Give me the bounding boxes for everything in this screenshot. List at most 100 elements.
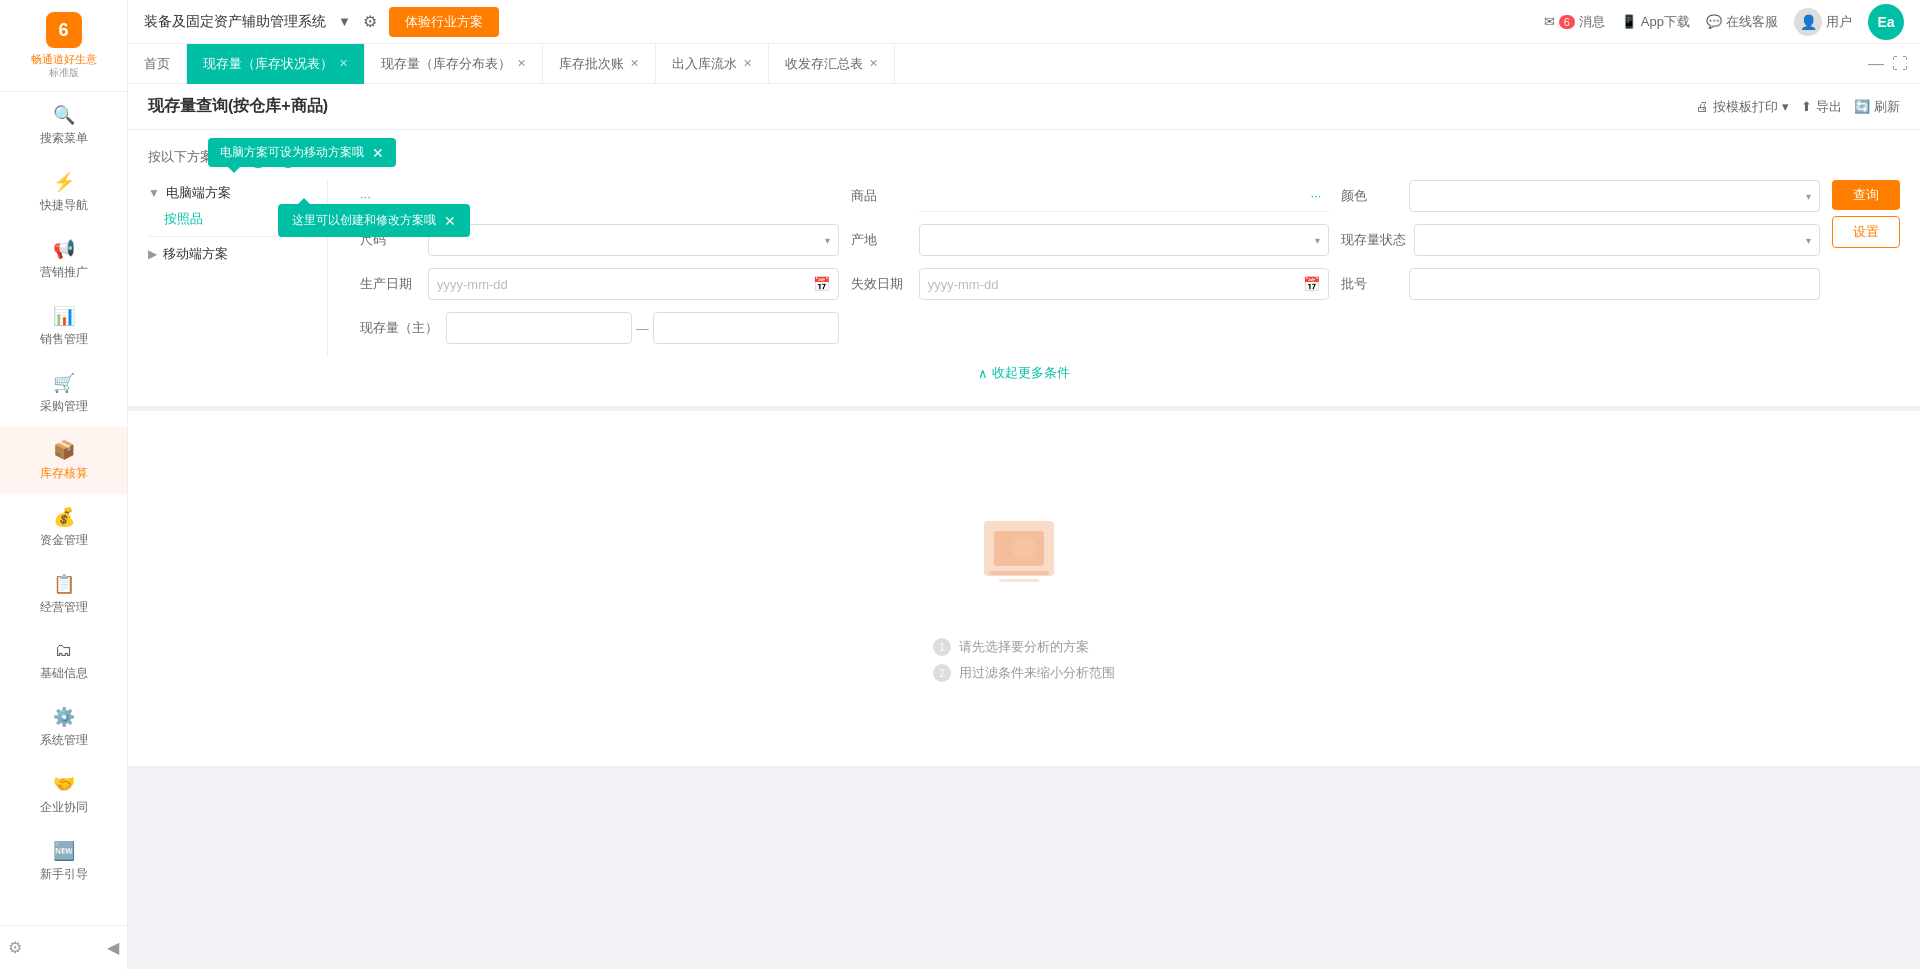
scheme-tooltip: 电脑方案可设为移动方案哦 ✕	[208, 138, 396, 167]
tab-collect-summary-close[interactable]: ✕	[869, 57, 878, 70]
filter-field-color: 颜色 ▾	[1341, 180, 1820, 212]
filter-body: ▼ 电脑端方案 按照品 这里可以创建和修改方案哦 ✕	[148, 180, 1900, 356]
status-label: 现存量状态	[1341, 231, 1406, 249]
tab-maximize-btn[interactable]: ⛶	[1892, 55, 1908, 73]
system-name: 装备及固定资产辅助管理系统	[144, 13, 326, 31]
sidebar-item-search-menu[interactable]: 🔍 搜索菜单	[0, 92, 127, 159]
sidebar-item-enterprise[interactable]: 🤝 企业协同	[0, 761, 127, 828]
export-icon: ⬆	[1801, 99, 1812, 114]
origin-select[interactable]: ▾	[919, 224, 1330, 256]
create-tooltip-text: 这里可以创建和修改方案哦	[292, 212, 436, 229]
tab-inventory-dist[interactable]: 现存量（库存分布表） ✕	[365, 44, 543, 84]
settings-icon[interactable]: ⚙	[363, 12, 377, 31]
scheme-panel: ▼ 电脑端方案 按照品 这里可以创建和修改方案哦 ✕	[148, 180, 328, 356]
goods-input[interactable]: ···	[919, 180, 1330, 212]
pc-scheme-label[interactable]: 电脑端方案	[166, 184, 231, 202]
sidebar-item-label: 企业协同	[40, 799, 88, 816]
sidebar-item-marketing[interactable]: 📢 营销推广	[0, 226, 127, 293]
color-select[interactable]: ▾	[1409, 180, 1820, 212]
tab-in-out-flow-label: 出入库流水	[672, 55, 737, 73]
tab-collect-summary[interactable]: 收发存汇总表 ✕	[769, 44, 895, 84]
logo-icon: 6	[46, 12, 82, 48]
empty-steps: 1 请先选择要分析的方案 2 用过滤条件来缩小分析范围	[933, 634, 1115, 686]
stock-qty-to[interactable]	[653, 312, 839, 344]
pc-scheme-arrow[interactable]: ▼	[148, 186, 160, 200]
export-btn[interactable]: ⬆ 导出	[1801, 98, 1842, 116]
tab-minimize-btn[interactable]: —	[1868, 55, 1884, 73]
status-select[interactable]: ▾	[1414, 224, 1820, 256]
filter-field-stock-qty: 现存量（主） —	[360, 312, 839, 344]
sidebar-item-quick-nav[interactable]: ⚡ 快捷导航	[0, 159, 127, 226]
size-select[interactable]: ▾	[428, 224, 839, 256]
app-download-btn[interactable]: 📱 App下载	[1621, 13, 1690, 31]
create-scheme-tooltip: 这里可以创建和修改方案哦 ✕	[278, 204, 470, 237]
tab-in-out-flow-close[interactable]: ✕	[743, 57, 752, 70]
filter-row-2: 尺码 ▾ 产地 ▾	[340, 224, 1820, 256]
sidebar-item-system[interactable]: ⚙️ 系统管理	[0, 694, 127, 761]
logo-area: 6 畅通道好生意 标准版	[0, 0, 127, 92]
tab-in-out-flow[interactable]: 出入库流水 ✕	[656, 44, 769, 84]
sidebar-item-label: 搜索菜单	[40, 130, 88, 147]
sidebar-item-basic[interactable]: 🗂 基础信息	[0, 628, 127, 694]
scheme-tooltip-close[interactable]: ✕	[372, 145, 384, 161]
expiry-date-icon: 📅	[1303, 276, 1320, 292]
create-tooltip-close[interactable]: ✕	[444, 213, 456, 229]
system-selector[interactable]: ▼	[338, 14, 351, 29]
filter-area: 按以下方案查询 + ↻ « 电脑方案可设为移动方案哦 ✕ ▼ 电脑端方案	[128, 130, 1920, 407]
main-content: 现存量查询(按仓库+商品) 🖨 按模板打印 ▾ ⬆ 导出 🔄 刷新 按以下方案查…	[128, 84, 1920, 969]
tab-inventory-status-label: 现存量（库存状况表）	[203, 55, 333, 73]
step-2-num: 2	[933, 664, 951, 682]
try-industry-button[interactable]: 体验行业方案	[389, 7, 499, 37]
online-support-btn[interactable]: 💬 在线客服	[1706, 13, 1778, 31]
user-area[interactable]: 👤 用户	[1794, 8, 1852, 36]
svg-rect-3	[989, 571, 1049, 575]
tab-inventory-dist-close[interactable]: ✕	[517, 57, 526, 70]
collapse-conditions-btn[interactable]: ∧ 收起更多条件	[148, 356, 1900, 390]
mobile-scheme-label[interactable]: 移动端方案	[163, 245, 228, 263]
inventory-icon: 📦	[53, 439, 75, 461]
pc-scheme-node: ▼ 电脑端方案	[148, 180, 315, 206]
goods-dots: ···	[1310, 188, 1321, 203]
header: 装备及固定资产辅助管理系统 ▼ ⚙ 体验行业方案 ✉ 6 消息 📱 App下载 …	[128, 0, 1920, 44]
production-date-input[interactable]: yyyy-mm-dd 📅	[428, 268, 839, 300]
origin-label: 产地	[851, 231, 911, 249]
color-label: 颜色	[1341, 187, 1401, 205]
tab-batch-ledger-close[interactable]: ✕	[630, 57, 639, 70]
stock-qty-from[interactable]	[446, 312, 632, 344]
sidebar-item-finance[interactable]: 💰 资金管理	[0, 494, 127, 561]
collapse-sidebar-btn[interactable]: ◀	[107, 938, 119, 957]
sidebar-item-guide[interactable]: 🆕 新手引导	[0, 828, 127, 895]
tab-inventory-status[interactable]: 现存量（库存状况表） ✕	[187, 44, 365, 84]
refresh-btn[interactable]: 🔄 刷新	[1854, 98, 1900, 116]
sidebar-item-label: 销售管理	[40, 331, 88, 348]
messages-btn[interactable]: ✉ 6 消息	[1544, 13, 1605, 31]
sidebar-item-inventory[interactable]: 📦 库存核算	[0, 427, 127, 494]
guide-icon: 🆕	[53, 840, 75, 862]
sidebar-item-sales[interactable]: 📊 销售管理	[0, 293, 127, 360]
tab-batch-ledger-label: 库存批次账	[559, 55, 624, 73]
batch-input[interactable]	[1409, 268, 1820, 300]
production-date-label: 生产日期	[360, 275, 420, 293]
mobile-scheme-arrow[interactable]: ▶	[148, 247, 157, 261]
expiry-date-input[interactable]: yyyy-mm-dd 📅	[919, 268, 1330, 300]
search-btn[interactable]: 查询	[1832, 180, 1900, 210]
settings-bottom-btn[interactable]: ⚙	[8, 938, 22, 957]
step-1-num: 1	[933, 638, 951, 656]
sidebar-item-label: 快捷导航	[40, 197, 88, 214]
tab-home-label: 首页	[144, 55, 170, 73]
tab-home[interactable]: 首页	[128, 44, 187, 84]
tab-batch-ledger[interactable]: 库存批次账 ✕	[543, 44, 656, 84]
reset-btn[interactable]: 设置	[1832, 216, 1900, 248]
stock-qty-range: —	[446, 312, 839, 344]
print-btn[interactable]: 🖨 按模板打印 ▾	[1696, 98, 1789, 116]
sidebar-item-operations[interactable]: 📋 经营管理	[0, 561, 127, 628]
batch-label: 批号	[1341, 275, 1401, 293]
filter-field-origin: 产地 ▾	[851, 224, 1330, 256]
sidebar-item-purchase[interactable]: 🛒 采购管理	[0, 360, 127, 427]
refresh-label: 刷新	[1874, 98, 1900, 116]
empty-step-2: 2 用过滤条件来缩小分析范围	[933, 660, 1115, 686]
tab-inventory-status-close[interactable]: ✕	[339, 57, 348, 70]
filter-field-production-date: 生产日期 yyyy-mm-dd 📅	[360, 268, 839, 300]
svg-rect-4	[999, 579, 1039, 582]
filter-field-batch: 批号	[1341, 268, 1820, 300]
